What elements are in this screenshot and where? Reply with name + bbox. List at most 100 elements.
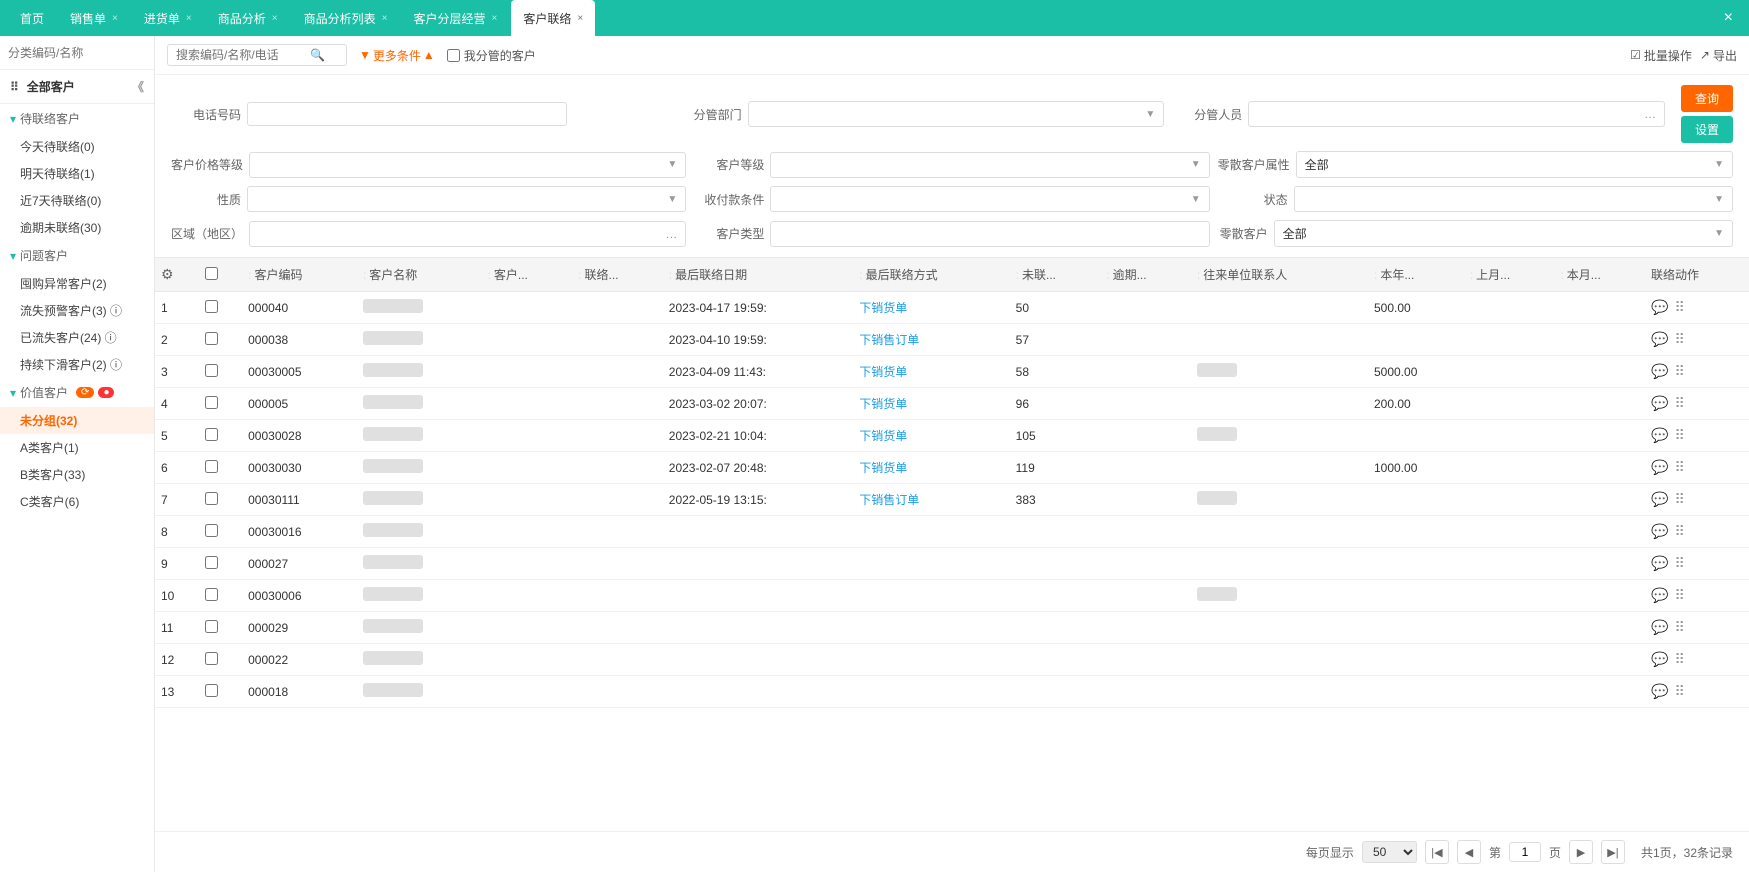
staff-select[interactable]: … (1248, 101, 1665, 127)
payment-select[interactable]: ▼ (770, 186, 1209, 212)
table-cell[interactable] (853, 644, 1009, 676)
grid-action-icon[interactable]: ⠿ (1674, 683, 1684, 700)
checkbox-column-header[interactable] (199, 258, 242, 292)
no-contact-header[interactable]: :未联... (1010, 258, 1101, 292)
sidebar-item-class-c[interactable]: C类客户(6) (0, 488, 154, 515)
row-checkbox[interactable] (199, 356, 242, 388)
grid-action-icon[interactable]: ⠿ (1674, 363, 1684, 380)
partner-header[interactable]: :往来单位联系人 (1191, 258, 1368, 292)
search-input[interactable] (176, 48, 306, 62)
select-all-checkbox[interactable] (205, 267, 218, 280)
table-cell[interactable] (853, 548, 1009, 580)
table-cell[interactable]: 下销货单 (853, 356, 1009, 388)
close-icon[interactable]: × (491, 13, 497, 24)
chat-icon[interactable]: 💬 (1651, 619, 1668, 636)
settings-column-header[interactable]: ⚙ (155, 258, 199, 292)
close-icon[interactable]: × (272, 13, 278, 24)
table-cell[interactable] (853, 516, 1009, 548)
table-cell[interactable] (853, 676, 1009, 708)
row-checkbox[interactable] (199, 548, 242, 580)
chat-icon[interactable]: 💬 (1651, 683, 1668, 700)
sidebar-section-problem[interactable]: ▾ 问题客户 (0, 241, 154, 270)
contact-method-link[interactable]: 下销货单 (859, 397, 907, 411)
sidebar-item-today[interactable]: 今天待联络(0) (0, 133, 154, 160)
close-icon[interactable]: × (186, 13, 192, 24)
chat-icon[interactable]: 💬 (1651, 299, 1668, 316)
sidebar-item-churned[interactable]: 已流失客户(24) ⓘ (0, 324, 154, 351)
table-cell[interactable] (853, 612, 1009, 644)
retail-customer-select[interactable]: 全部 ▼ (1274, 220, 1733, 247)
contact-method-link[interactable]: 下销货单 (859, 461, 907, 475)
contact-method-link[interactable]: 下销售订单 (859, 493, 919, 507)
grid-action-icon[interactable]: ⠿ (1674, 651, 1684, 668)
close-icon[interactable]: × (382, 13, 388, 24)
overdue-header[interactable]: :逾期... (1100, 258, 1191, 292)
sidebar-item-class-b[interactable]: B类客户(33) (0, 461, 154, 488)
row-checkbox[interactable] (199, 420, 242, 452)
price-level-select[interactable]: ▼ (249, 152, 686, 178)
chat-icon[interactable]: 💬 (1651, 587, 1668, 604)
grid-action-icon[interactable]: ⠿ (1674, 523, 1684, 540)
nav-tab-purchase[interactable]: 进货单 × (132, 0, 204, 36)
customer-type-select[interactable] (770, 221, 1209, 247)
prev-page-button[interactable]: ◀ (1457, 840, 1481, 864)
grid-action-icon[interactable]: ⠿ (1674, 555, 1684, 572)
row-checkbox[interactable] (199, 580, 242, 612)
export-button[interactable]: ↗ 导出 (1700, 47, 1737, 64)
batch-op-button[interactable]: ☑ 批量操作 (1630, 47, 1692, 64)
contact-method-link[interactable]: 下销货单 (859, 429, 907, 443)
table-cell[interactable]: 下销售订单 (853, 484, 1009, 516)
row-checkbox[interactable] (199, 516, 242, 548)
contact-column-header[interactable]: :联络... (572, 258, 663, 292)
this-year-header[interactable]: :本年... (1368, 258, 1464, 292)
chat-icon[interactable]: 💬 (1651, 363, 1668, 380)
reset-button[interactable]: 设置 (1681, 116, 1733, 143)
window-close-button[interactable]: × (1716, 9, 1741, 27)
customer-level-select[interactable]: ▼ (770, 152, 1209, 178)
more-conditions-btn[interactable]: ▼ 更多条件 ▲ (359, 47, 435, 64)
row-checkbox[interactable] (199, 676, 242, 708)
row-checkbox[interactable] (199, 484, 242, 516)
row-checkbox[interactable] (199, 388, 242, 420)
table-cell[interactable]: 下销售订单 (853, 324, 1009, 356)
grid-action-icon[interactable]: ⠿ (1674, 587, 1684, 604)
type-column-header[interactable]: :客户... (482, 258, 573, 292)
grid-action-icon[interactable]: ⠿ (1674, 395, 1684, 412)
nav-tab-customer-contact[interactable]: 客户联络 × (511, 0, 595, 36)
next-page-button[interactable]: ▶ (1569, 840, 1593, 864)
grid-action-icon[interactable]: ⠿ (1674, 491, 1684, 508)
code-column-header[interactable]: :客户编码 (242, 258, 357, 292)
area-select[interactable]: … (249, 221, 686, 247)
chat-icon[interactable]: 💬 (1651, 459, 1668, 476)
chat-icon[interactable]: 💬 (1651, 395, 1668, 412)
status-select[interactable]: ▼ (1294, 186, 1733, 212)
grid-action-icon[interactable]: ⠿ (1674, 331, 1684, 348)
my-customers-checkbox[interactable]: 我分管的客户 (447, 47, 536, 64)
refresh-badge[interactable]: ⟳ (76, 387, 94, 398)
grid-action-icon[interactable]: ⠿ (1674, 619, 1684, 636)
page-size-select[interactable]: 50 100 (1362, 841, 1417, 863)
contact-method-link[interactable]: 下销售订单 (859, 333, 919, 347)
row-checkbox[interactable] (199, 292, 242, 324)
close-icon[interactable]: × (577, 13, 583, 24)
dept-select[interactable]: ▼ (748, 101, 1165, 127)
name-column-header[interactable]: :客户名称 (357, 258, 482, 292)
sidebar-item-7days[interactable]: 近7天待联络(0) (0, 187, 154, 214)
sidebar-section-pending[interactable]: ▾ 待联络客户 (0, 104, 154, 133)
chat-icon[interactable]: 💬 (1651, 651, 1668, 668)
sidebar-item-tomorrow[interactable]: 明天待联络(1) (0, 160, 154, 187)
sidebar-item-class-a[interactable]: A类客户(1) (0, 434, 154, 461)
sidebar-item-churn-warning[interactable]: 流失预警客户(3) ⓘ (0, 297, 154, 324)
chat-icon[interactable]: 💬 (1651, 427, 1668, 444)
contact-method-link[interactable]: 下销货单 (859, 301, 907, 315)
contact-method-link[interactable]: 下销货单 (859, 365, 907, 379)
chat-icon[interactable]: 💬 (1651, 555, 1668, 572)
grid-action-icon[interactable]: ⠿ (1674, 427, 1684, 444)
sidebar-item-declining[interactable]: 持续下滑客户(2) ⓘ (0, 351, 154, 378)
nav-tab-product-analysis[interactable]: 商品分析 × (206, 0, 290, 36)
table-cell[interactable]: 下销货单 (853, 452, 1009, 484)
sidebar-item-unclassified[interactable]: 未分组(32) (0, 407, 154, 434)
row-checkbox[interactable] (199, 644, 242, 676)
nature-select[interactable]: ▼ (247, 186, 686, 212)
retail-attr-select[interactable]: 全部 ▼ (1296, 151, 1733, 178)
